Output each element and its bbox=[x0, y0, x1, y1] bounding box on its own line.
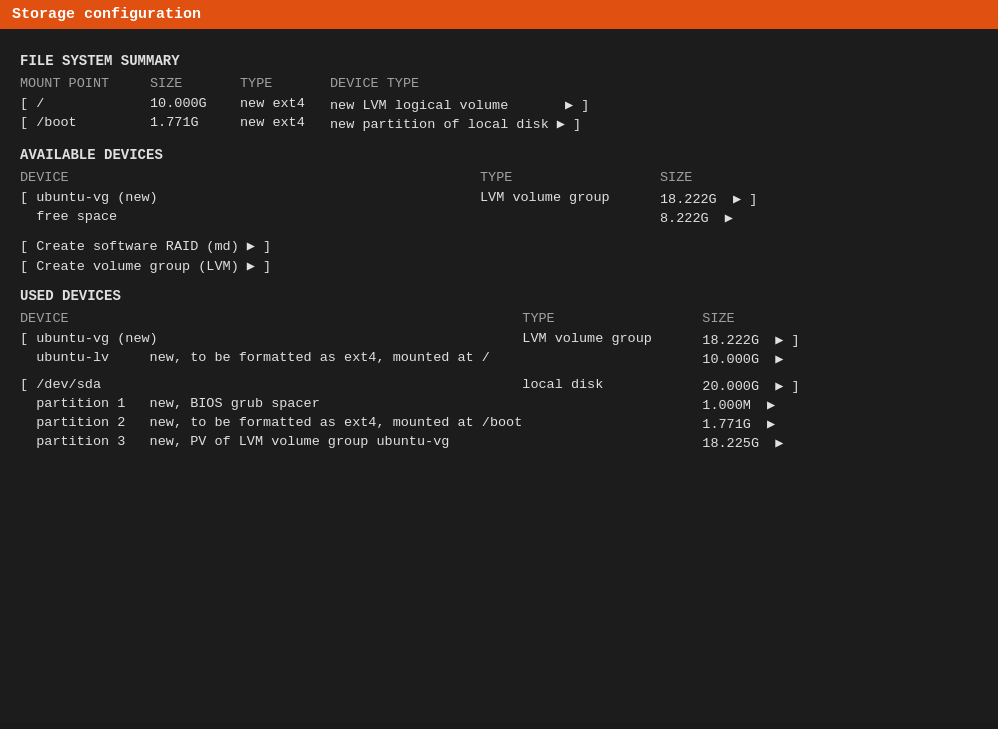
arrow-right-icon: ▶ bbox=[733, 192, 741, 207]
avail-size-1: 18.222G ▶ ] bbox=[660, 189, 978, 208]
used-part2-device: partition 2 new, to be formatted as ext4… bbox=[20, 414, 522, 433]
title-bar: Storage configuration bbox=[0, 0, 998, 29]
fs-col-headers: MOUNT POINT SIZE TYPE DEVICE TYPE bbox=[20, 75, 978, 95]
used-col-size: SIZE bbox=[702, 310, 978, 330]
fs-size-2: 1.771G bbox=[150, 114, 240, 133]
arrow-right-icon: ▶ bbox=[775, 333, 783, 348]
arrow-right-icon: ▶ bbox=[557, 117, 565, 132]
table-row: partition 2 new, to be formatted as ext4… bbox=[20, 414, 978, 433]
used-part2-type bbox=[522, 414, 702, 433]
used-part1-size: 1.000M ▶ bbox=[702, 395, 978, 414]
create-vg-action[interactable]: [ Create volume group (LVM) ▶ ] bbox=[20, 257, 978, 274]
table-row: ubuntu-lv new, to be formatted as ext4, … bbox=[20, 349, 978, 368]
avail-col-type: TYPE bbox=[480, 169, 660, 189]
create-raid-action[interactable]: [ Create software RAID (md) ▶ ] bbox=[20, 237, 978, 254]
used-devices-header: USED DEVICES bbox=[20, 288, 978, 304]
arrow-right-icon: ▶ bbox=[565, 98, 573, 113]
table-row[interactable]: [ /boot 1.771G new ext4 new partition of… bbox=[20, 114, 978, 133]
available-actions: [ Create software RAID (md) ▶ ] [ Create… bbox=[20, 237, 978, 274]
used-vg-device: [ ubuntu-vg (new) bbox=[20, 330, 522, 349]
fs-type-2: new ext4 bbox=[240, 114, 330, 133]
used-col-headers: DEVICE TYPE SIZE bbox=[20, 310, 978, 330]
fs-type-1: new ext4 bbox=[240, 95, 330, 114]
table-row[interactable]: [ ubuntu-vg (new) LVM volume group 18.22… bbox=[20, 189, 978, 208]
fs-mount-2: [ /boot bbox=[20, 114, 150, 133]
table-row: partition 1 new, BIOS grub spacer 1.000M… bbox=[20, 395, 978, 414]
table-row: partition 3 new, PV of LVM volume group … bbox=[20, 433, 978, 452]
avail-type-free bbox=[480, 208, 660, 227]
used-part3-type bbox=[522, 433, 702, 452]
arrow-right-icon: ▶ bbox=[767, 398, 775, 413]
fs-device-type-2: new partition of local disk ▶ ] bbox=[330, 114, 978, 133]
avail-type-1: LVM volume group bbox=[480, 189, 660, 208]
fs-col-mount: MOUNT POINT bbox=[20, 75, 150, 95]
used-sda-device: [ /dev/sda bbox=[20, 376, 522, 395]
arrow-right-icon: ▶ bbox=[767, 417, 775, 432]
table-row: free space 8.222G ▶ bbox=[20, 208, 978, 227]
avail-col-headers: DEVICE TYPE SIZE bbox=[20, 169, 978, 189]
used-lv-size: 10.000G ▶ bbox=[702, 349, 978, 368]
used-col-type: TYPE bbox=[522, 310, 702, 330]
avail-col-size: SIZE bbox=[660, 169, 978, 189]
used-part1-type bbox=[522, 395, 702, 414]
title-label: Storage configuration bbox=[12, 6, 201, 23]
spacer-row bbox=[20, 368, 978, 376]
arrow-right-icon: ▶ bbox=[247, 239, 255, 254]
used-part2-size: 1.771G ▶ bbox=[702, 414, 978, 433]
used-part1-device: partition 1 new, BIOS grub spacer bbox=[20, 395, 522, 414]
fs-col-size: SIZE bbox=[150, 75, 240, 95]
fs-device-type-1: new LVM logical volume ▶ ] bbox=[330, 95, 978, 114]
table-row[interactable]: [ /dev/sda local disk 20.000G ▶ ] bbox=[20, 376, 978, 395]
used-part3-device: partition 3 new, PV of LVM volume group … bbox=[20, 433, 522, 452]
fs-mount-1: [ / bbox=[20, 95, 150, 114]
main-content: FILE SYSTEM SUMMARY MOUNT POINT SIZE TYP… bbox=[0, 29, 998, 722]
available-devices-table: DEVICE TYPE SIZE [ ubuntu-vg (new) LVM v… bbox=[20, 169, 978, 227]
used-lv-device: ubuntu-lv new, to be formatted as ext4, … bbox=[20, 349, 522, 368]
avail-device-1: [ ubuntu-vg (new) bbox=[20, 189, 480, 208]
arrow-right-icon: ▶ bbox=[775, 436, 783, 451]
available-devices-header: AVAILABLE DEVICES bbox=[20, 147, 978, 163]
used-col-device: DEVICE bbox=[20, 310, 522, 330]
used-sda-type: local disk bbox=[522, 376, 702, 395]
fs-col-device-type: DEVICE TYPE bbox=[330, 75, 978, 95]
fs-size-1: 10.000G bbox=[150, 95, 240, 114]
table-row[interactable]: [ / 10.000G new ext4 new LVM logical vol… bbox=[20, 95, 978, 114]
fs-summary-table: MOUNT POINT SIZE TYPE DEVICE TYPE [ / 10… bbox=[20, 75, 978, 133]
used-part3-size: 18.225G ▶ bbox=[702, 433, 978, 452]
used-lv-type bbox=[522, 349, 702, 368]
arrow-right-icon: ▶ bbox=[247, 259, 255, 274]
arrow-right-icon: ▶ bbox=[725, 211, 733, 226]
used-sda-size: 20.000G ▶ ] bbox=[702, 376, 978, 395]
avail-col-device: DEVICE bbox=[20, 169, 480, 189]
arrow-right-icon: ▶ bbox=[775, 352, 783, 367]
used-devices-table: DEVICE TYPE SIZE [ ubuntu-vg (new) LVM v… bbox=[20, 310, 978, 452]
fs-summary-header: FILE SYSTEM SUMMARY bbox=[20, 53, 978, 69]
avail-size-free: 8.222G ▶ bbox=[660, 208, 978, 227]
used-vg-type: LVM volume group bbox=[522, 330, 702, 349]
table-row[interactable]: [ ubuntu-vg (new) LVM volume group 18.22… bbox=[20, 330, 978, 349]
used-vg-size: 18.222G ▶ ] bbox=[702, 330, 978, 349]
arrow-right-icon: ▶ bbox=[775, 379, 783, 394]
fs-col-type: TYPE bbox=[240, 75, 330, 95]
avail-device-free: free space bbox=[20, 208, 480, 227]
